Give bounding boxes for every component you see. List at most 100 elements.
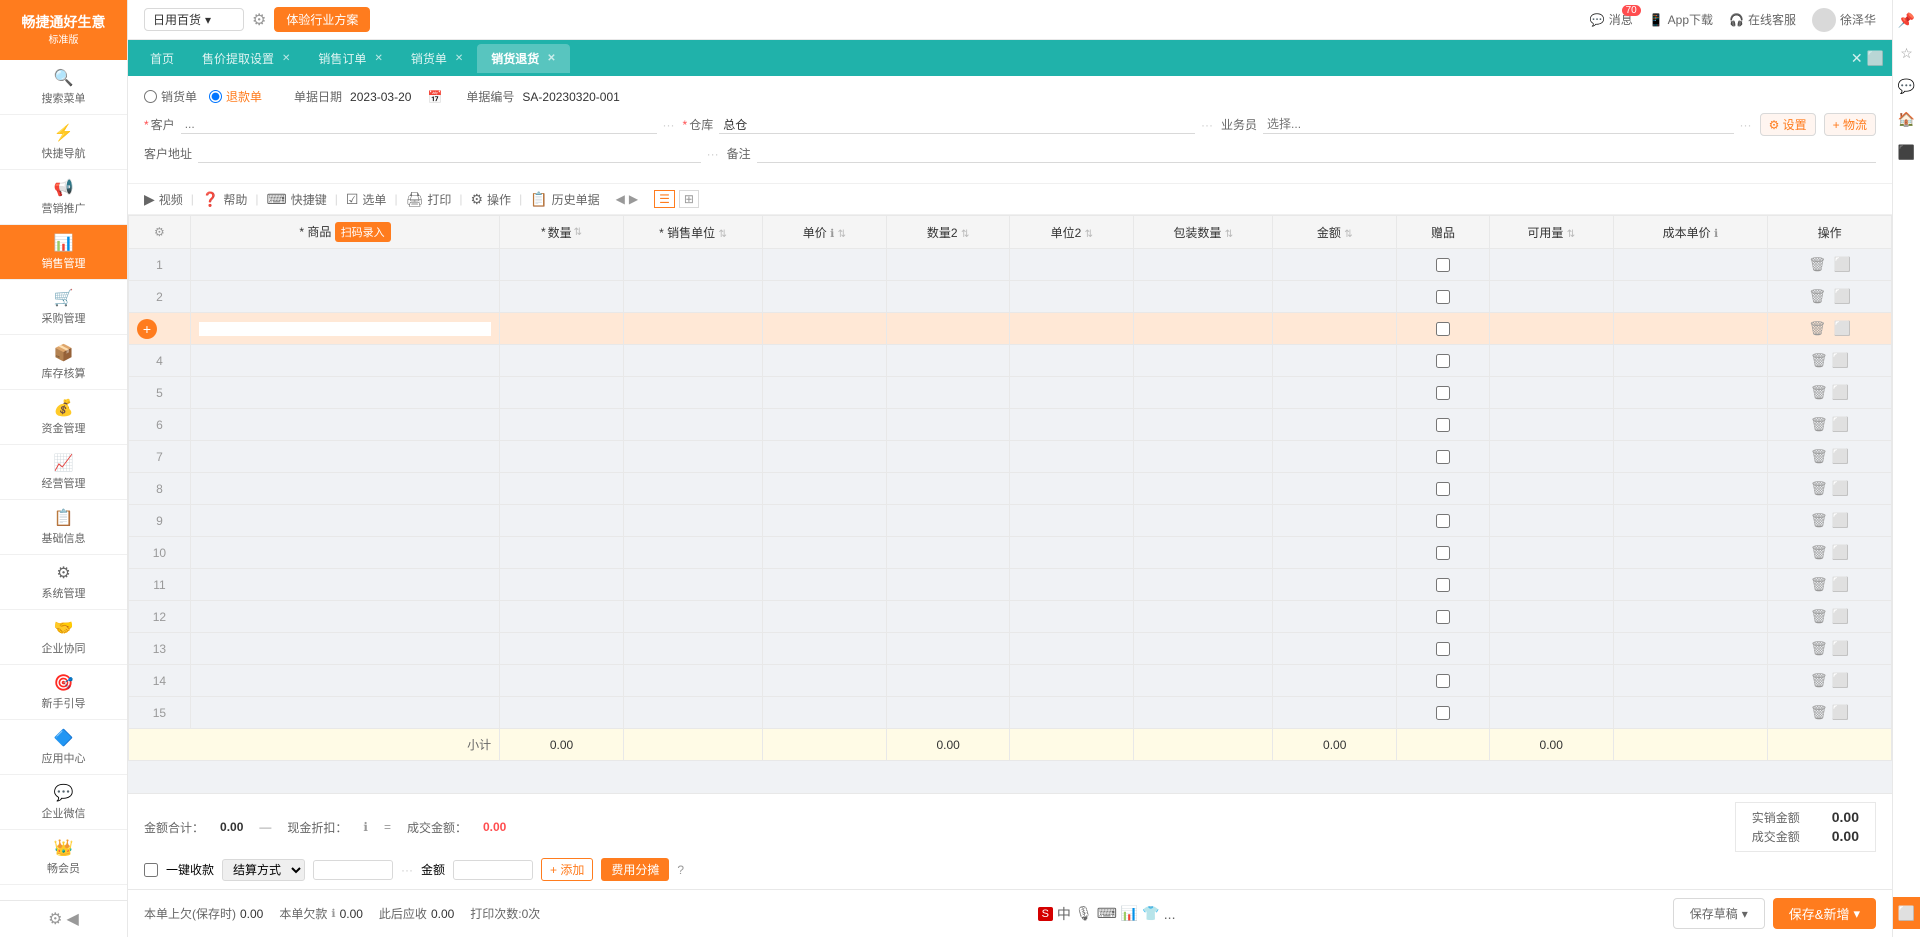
customer-dots[interactable]: ··· (663, 118, 675, 132)
sidebar-item-finance[interactable]: 💰 资金管理 (0, 390, 127, 445)
gift-checkbox-12[interactable] (1436, 610, 1450, 624)
copy-4[interactable]: ⬜ (1832, 352, 1849, 368)
qty-cell[interactable] (500, 249, 624, 281)
sidebar-item-marketing[interactable]: 📢 营销推广 (0, 170, 127, 225)
qty2-cell[interactable] (886, 249, 1010, 281)
tab-price-setting[interactable]: 售价提取设置 ✕ (188, 44, 304, 73)
gift-checkbox-4[interactable] (1436, 354, 1450, 368)
sidebar-item-guide[interactable]: 🎯 新手引导 (0, 665, 127, 720)
gear-icon[interactable]: ⚙ (154, 225, 165, 239)
tab-sales-order-close-icon[interactable]: ✕ (374, 53, 382, 64)
list-view-icon[interactable]: ☰ (654, 190, 675, 208)
save-draft-btn[interactable]: 保存草稿 ▾ (1673, 898, 1765, 929)
right-panel-icon-4[interactable]: 🏠 (1894, 107, 1919, 132)
del-6[interactable]: 🗑 (1810, 416, 1828, 432)
add-row-btn[interactable]: + (137, 319, 157, 339)
address-dots[interactable]: ··· (707, 147, 719, 161)
sidebar-item-system[interactable]: ⚙ 系统管理 (0, 555, 127, 610)
calendar-icon[interactable]: 📅 (427, 90, 442, 104)
tab-sales-close-icon[interactable]: ✕ (455, 53, 463, 64)
gift-cell[interactable] (1397, 249, 1490, 281)
gift-cell-2[interactable] (1397, 281, 1490, 313)
unit-input-1[interactable] (632, 258, 754, 272)
sidebar-item-enterprise[interactable]: 🤝 企业协同 (0, 610, 127, 665)
owed-icon[interactable]: ℹ (331, 907, 335, 920)
maximize-tab-icon[interactable]: ⬜ (1867, 50, 1884, 67)
prev-arrow-icon[interactable]: ◀ (616, 192, 625, 206)
save-new-btn[interactable]: 保存&新增 ▾ (1773, 898, 1876, 929)
account-dots[interactable]: ··· (401, 863, 413, 877)
logistics-btn[interactable]: + 物流 (1824, 113, 1876, 136)
warehouse-input[interactable] (719, 115, 1195, 134)
del-4[interactable]: 🗑 (1810, 352, 1828, 368)
copy-15[interactable]: ⬜ (1832, 704, 1849, 720)
category-select[interactable]: 日用百货 ▾ (144, 8, 244, 31)
discount-info-icon[interactable]: ℹ (363, 820, 368, 834)
product-cell[interactable] (190, 281, 499, 313)
packqty-input-1[interactable] (1142, 258, 1264, 272)
radio-return[interactable]: 退款单 (209, 88, 262, 105)
message-btn[interactable]: 💬 消息 70 (1590, 11, 1633, 28)
copy-row-btn-1[interactable]: ⬜ (1833, 256, 1850, 272)
online-service-btn[interactable]: 🎧 在线客服 (1729, 11, 1796, 28)
gift-checkbox-15[interactable] (1436, 706, 1450, 720)
del-10[interactable]: 🗑 (1810, 544, 1828, 560)
grid-view-icon[interactable]: ⊞ (679, 190, 699, 208)
gift-checkbox-2[interactable] (1436, 290, 1450, 304)
add-payment-btn[interactable]: + 添加 (541, 858, 593, 881)
tab-home[interactable]: 首页 (136, 44, 188, 73)
shortcut-btn[interactable]: ⌨ 快捷键 (267, 191, 327, 208)
copy-9[interactable]: ⬜ (1832, 512, 1849, 528)
video-btn[interactable]: ▶ 视频 (144, 191, 183, 208)
radio-return-input[interactable] (209, 90, 222, 103)
quantity-sort[interactable]: * 数量 ⇅ (541, 224, 582, 241)
print-btn[interactable]: 🖨 打印 (406, 191, 452, 208)
copy-12[interactable]: ⬜ (1832, 608, 1849, 624)
del-7[interactable]: 🗑 (1810, 448, 1828, 464)
sidebar-item-search[interactable]: 🔍 搜索菜单 (0, 60, 127, 115)
gift-checkbox-5[interactable] (1436, 386, 1450, 400)
gift-checkbox-9[interactable] (1436, 514, 1450, 528)
tab-price-close-icon[interactable]: ✕ (282, 53, 290, 64)
product-cell-3[interactable] (190, 313, 499, 345)
account-input[interactable] (313, 860, 393, 880)
right-panel-icon-2[interactable]: ☆ (1896, 41, 1917, 66)
del-8[interactable]: 🗑 (1810, 480, 1828, 496)
history-btn[interactable]: 📋 历史单据 (530, 191, 599, 208)
app-download-btn[interactable]: 📱 App下载 (1649, 11, 1713, 28)
copy-14[interactable]: ⬜ (1832, 672, 1849, 688)
ime-icon-2[interactable]: 🎙 (1075, 905, 1093, 922)
tab-sales-return[interactable]: 销货退货 ✕ (477, 44, 569, 73)
payment-amount-input[interactable] (453, 860, 533, 880)
sidebar-item-member[interactable]: 👑 畅会员 (0, 830, 127, 885)
right-panel-icon-5[interactable]: ⬛ (1894, 140, 1919, 165)
unit2-input-1[interactable] (1018, 258, 1125, 272)
experience-btn[interactable]: 体验行业方案 (274, 7, 370, 32)
sidebar-collapse-btn[interactable]: ◀ (67, 909, 79, 929)
gift-cell-3[interactable] (1397, 313, 1490, 345)
amount-input-1[interactable] (1281, 258, 1388, 272)
date-value[interactable]: 2023-03-20 (350, 90, 411, 104)
unit2-cell[interactable] (1010, 249, 1134, 281)
right-panel-icon-1[interactable]: 📌 (1894, 8, 1919, 33)
gift-checkbox-8[interactable] (1436, 482, 1450, 496)
unit-cell[interactable] (623, 249, 762, 281)
price-input-1[interactable] (771, 258, 878, 272)
copy-7[interactable]: ⬜ (1832, 448, 1849, 464)
ime-icon-6[interactable]: ... (1164, 906, 1176, 922)
scan-input-btn[interactable]: 扫码录入 (335, 222, 391, 242)
copy-6[interactable]: ⬜ (1832, 416, 1849, 432)
help-btn[interactable]: ❓ 帮助 (202, 191, 247, 208)
gift-checkbox-10[interactable] (1436, 546, 1450, 560)
amount-cell[interactable] (1273, 249, 1397, 281)
right-panel-active-btn[interactable]: ⬜ (1893, 897, 1920, 929)
copy-5[interactable]: ⬜ (1832, 384, 1849, 400)
qty-input-1[interactable] (508, 258, 615, 272)
gift-checkbox-1[interactable] (1436, 258, 1450, 272)
sidebar-item-weixin[interactable]: 💬 企业微信 (0, 775, 127, 830)
gift-checkbox-13[interactable] (1436, 642, 1450, 656)
topbar-gear-icon[interactable]: ⚙ (252, 10, 266, 30)
payment-help-icon[interactable]: ? (677, 863, 684, 877)
copy-8[interactable]: ⬜ (1832, 480, 1849, 496)
ime-icon-4[interactable]: 📊 (1121, 905, 1138, 922)
